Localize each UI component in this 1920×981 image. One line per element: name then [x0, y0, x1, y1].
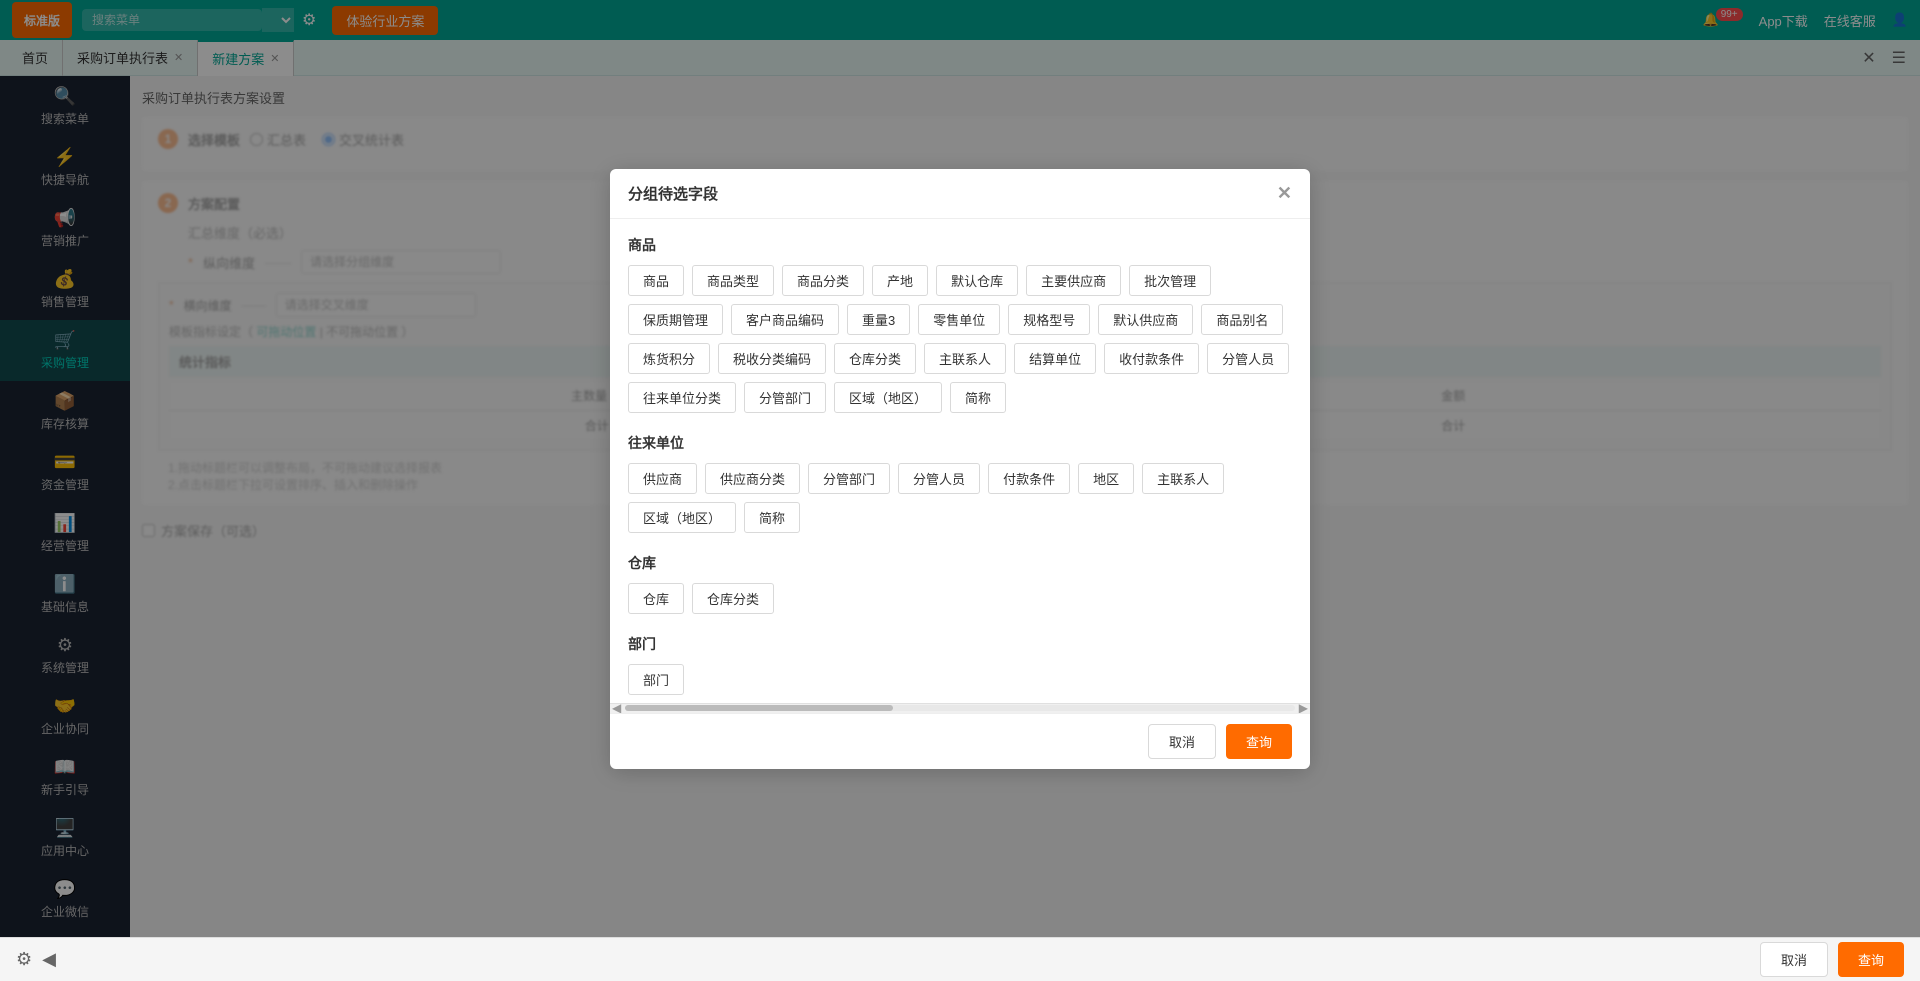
field-tag-counterpart-category[interactable]: 往来单位分类: [628, 382, 736, 413]
section-department-title: 部门: [628, 634, 1292, 654]
modal-header: 分组待选字段 ✕: [610, 169, 1310, 219]
field-tag-points[interactable]: 炼货积分: [628, 343, 710, 374]
field-tag-alias[interactable]: 商品别名: [1201, 304, 1283, 335]
modal-overlay: 分组待选字段 ✕ 商品 商品 商品类型 商品分类 产地 默认仓库 主要供应商 批…: [0, 0, 1920, 937]
field-tag-area[interactable]: 地区: [1078, 463, 1134, 494]
modal-body[interactable]: 商品 商品 商品类型 商品分类 产地 默认仓库 主要供应商 批次管理 保质期管理…: [610, 219, 1310, 703]
field-tag-customer-code[interactable]: 客户商品编码: [731, 304, 839, 335]
modal-title: 分组待选字段: [628, 183, 718, 204]
field-tag-supplier[interactable]: 供应商: [628, 463, 697, 494]
modal-cancel-button[interactable]: 取消: [1148, 724, 1216, 759]
field-tag-tax-code[interactable]: 税收分类编码: [718, 343, 826, 374]
field-tag-retail-unit[interactable]: 零售单位: [918, 304, 1000, 335]
field-tag-settlement-unit[interactable]: 结算单位: [1014, 343, 1096, 374]
field-tag-abbrev[interactable]: 简称: [950, 382, 1006, 413]
modal-confirm-button[interactable]: 查询: [1226, 724, 1292, 759]
warehouse-field-tags: 仓库 仓库分类: [628, 583, 1292, 614]
field-tag-cp-contact[interactable]: 主联系人: [1142, 463, 1224, 494]
section-product-title: 商品: [628, 235, 1292, 255]
bottom-left: ⚙ ◀: [16, 949, 56, 970]
field-tag-cp-abbrev[interactable]: 简称: [744, 502, 800, 533]
field-tag-warehouse-cat[interactable]: 仓库分类: [692, 583, 774, 614]
field-tag-manager[interactable]: 分管人员: [1207, 343, 1289, 374]
field-tag-default-warehouse[interactable]: 默认仓库: [936, 265, 1018, 296]
field-tag-cp-manager[interactable]: 分管人员: [898, 463, 980, 494]
section-counterpart-title: 往来单位: [628, 433, 1292, 453]
field-tag-default-supplier[interactable]: 默认供应商: [1098, 304, 1193, 335]
field-tag-department[interactable]: 部门: [628, 664, 684, 695]
field-tag-product[interactable]: 商品: [628, 265, 684, 296]
department-field-tags: 部门: [628, 664, 1292, 695]
bottom-settings-icon[interactable]: ⚙: [16, 949, 32, 970]
counterpart-field-tags: 供应商 供应商分类 分管部门 分管人员 付款条件 地区 主联系人 区域（地区） …: [628, 463, 1292, 533]
bottom-collapse-icon[interactable]: ◀: [42, 949, 56, 970]
bottom-bar: ⚙ ◀ 取消 查询: [0, 937, 1920, 981]
field-tag-payment-cond[interactable]: 付款条件: [988, 463, 1070, 494]
field-tag-origin[interactable]: 产地: [872, 265, 928, 296]
hscroll-track[interactable]: [625, 705, 1295, 711]
field-tag-spec[interactable]: 规格型号: [1008, 304, 1090, 335]
product-field-tags: 商品 商品类型 商品分类 产地 默认仓库 主要供应商 批次管理 保质期管理 客户…: [628, 265, 1292, 413]
cancel-button[interactable]: 取消: [1760, 942, 1828, 977]
modal-hscrollbar[interactable]: ◀ ▶: [610, 703, 1310, 713]
field-tag-main-contact[interactable]: 主联系人: [924, 343, 1006, 374]
field-select-modal: 分组待选字段 ✕ 商品 商品 商品类型 商品分类 产地 默认仓库 主要供应商 批…: [610, 169, 1310, 769]
field-tag-warehouse[interactable]: 仓库: [628, 583, 684, 614]
section-warehouse: 仓库 仓库 仓库分类: [628, 553, 1292, 614]
field-tag-batch[interactable]: 批次管理: [1129, 265, 1211, 296]
hscroll-thumb: [625, 705, 893, 711]
section-department: 部门 部门: [628, 634, 1292, 695]
field-tag-product-type[interactable]: 商品类型: [692, 265, 774, 296]
field-tag-expiry[interactable]: 保质期管理: [628, 304, 723, 335]
section-warehouse-title: 仓库: [628, 553, 1292, 573]
section-counterpart: 往来单位 供应商 供应商分类 分管部门 分管人员 付款条件 地区 主联系人 区域…: [628, 433, 1292, 533]
field-tag-weight[interactable]: 重量3: [847, 304, 910, 335]
field-tag-product-category[interactable]: 商品分类: [782, 265, 864, 296]
modal-footer: 取消 查询: [610, 713, 1310, 769]
field-tag-cp-dept[interactable]: 分管部门: [808, 463, 890, 494]
query-button[interactable]: 查询: [1838, 942, 1904, 977]
field-tag-payment-terms[interactable]: 收付款条件: [1104, 343, 1199, 374]
field-tag-cp-region[interactable]: 区域（地区）: [628, 502, 736, 533]
field-tag-main-supplier[interactable]: 主要供应商: [1026, 265, 1121, 296]
field-tag-supplier-category[interactable]: 供应商分类: [705, 463, 800, 494]
modal-close-icon[interactable]: ✕: [1277, 183, 1292, 204]
field-tag-warehouse-category[interactable]: 仓库分类: [834, 343, 916, 374]
field-tag-region[interactable]: 区域（地区）: [834, 382, 942, 413]
field-tag-dept[interactable]: 分管部门: [744, 382, 826, 413]
bottom-right: 取消 查询: [1760, 942, 1904, 977]
section-product: 商品 商品 商品类型 商品分类 产地 默认仓库 主要供应商 批次管理 保质期管理…: [628, 235, 1292, 413]
